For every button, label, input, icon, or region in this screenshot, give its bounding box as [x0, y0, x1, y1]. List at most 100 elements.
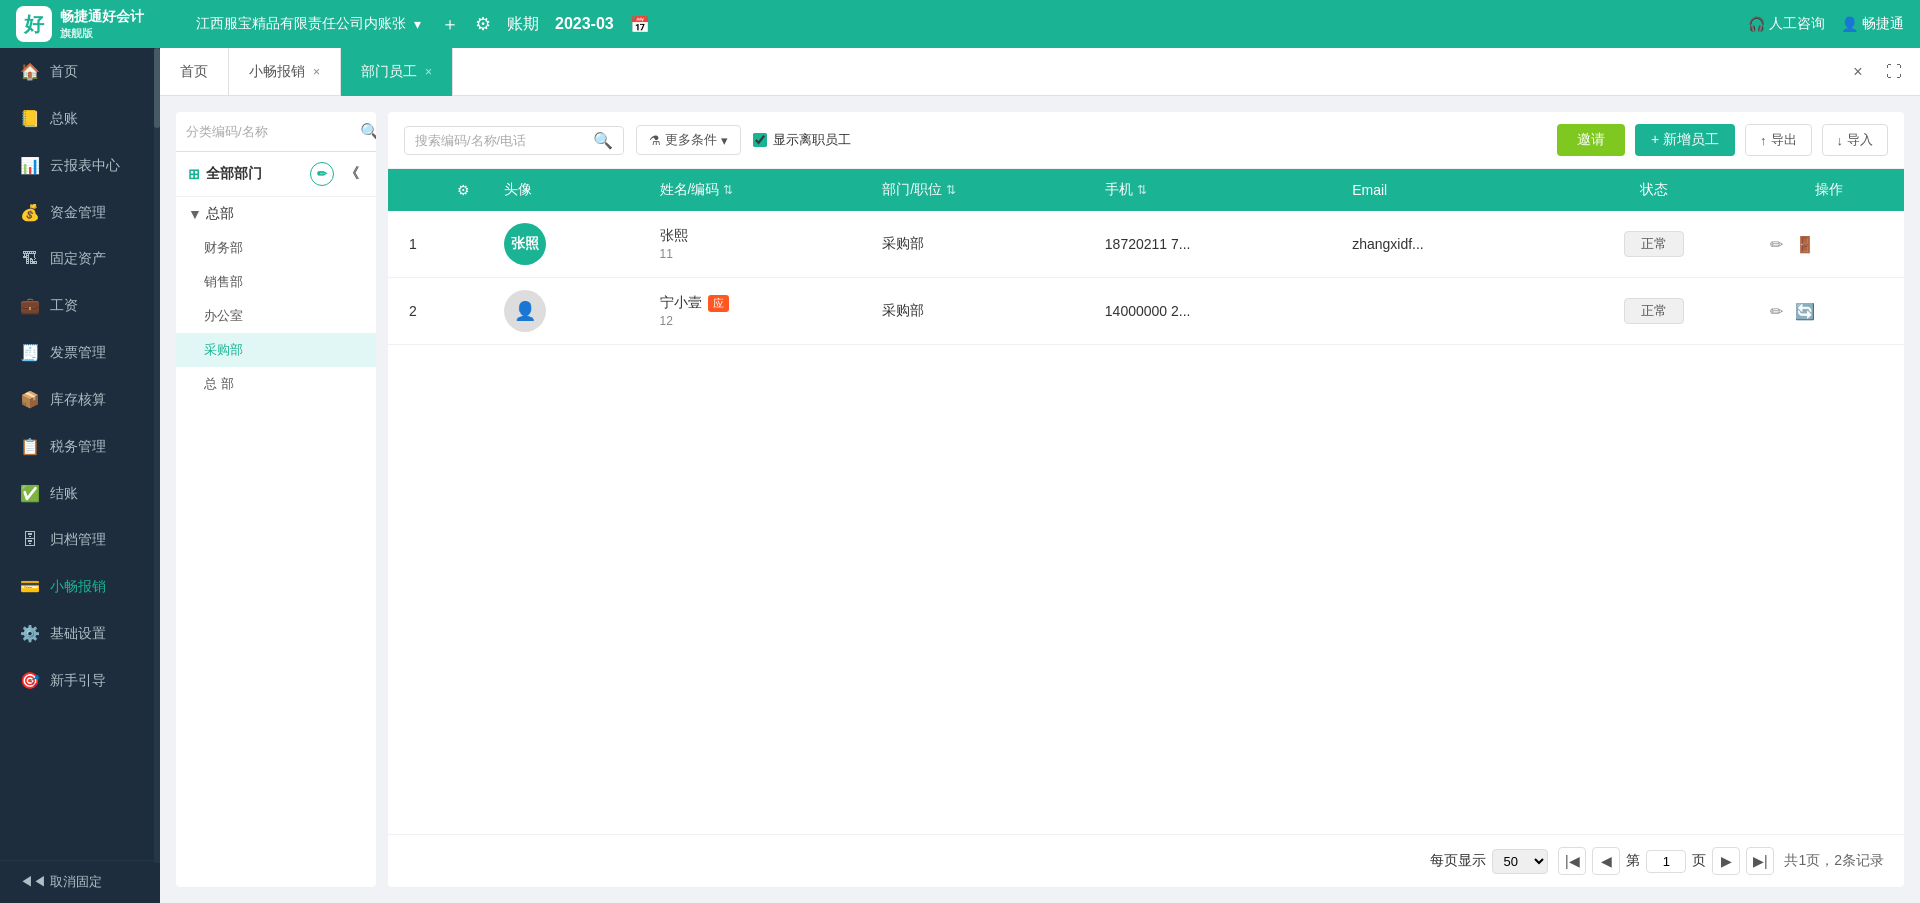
headset-icon: 🎧: [1748, 16, 1765, 32]
tab-dept-employee[interactable]: 部门员工 ×: [341, 48, 453, 96]
sidebar-item-settle[interactable]: ✅ 结账: [0, 470, 160, 517]
th-index: [388, 169, 438, 211]
dept-search-input[interactable]: [186, 124, 354, 139]
support-btn[interactable]: 🎧 人工咨询: [1748, 15, 1825, 33]
tab-close-btn[interactable]: ×: [1844, 58, 1872, 86]
all-dept-label: 全部部门: [206, 165, 262, 183]
invite-btn[interactable]: 邀请: [1557, 124, 1625, 156]
first-page-btn[interactable]: |◀: [1558, 847, 1586, 875]
sidebar-item-reports[interactable]: 📊 云报表中心: [0, 142, 160, 189]
page-word2: 页: [1692, 852, 1706, 870]
th-name[interactable]: 姓名/编码⇅: [644, 169, 867, 211]
add-employee-btn[interactable]: + 新增员工: [1635, 124, 1735, 156]
dept-search-icon[interactable]: 🔍: [360, 122, 376, 141]
row2-status: 正常: [1554, 278, 1754, 345]
employee-search-input[interactable]: [415, 133, 587, 148]
row1-logout-icon[interactable]: 🚪: [1795, 235, 1815, 254]
last-page-btn[interactable]: ▶|: [1746, 847, 1774, 875]
dept-item-sales[interactable]: 销售部: [176, 265, 376, 299]
sidebar-item-tax[interactable]: 📋 税务管理: [0, 423, 160, 470]
dept-item-procurement[interactable]: 采购部: [176, 333, 376, 367]
sidebar-label-expense: 小畅报销: [50, 578, 106, 596]
settings-icon[interactable]: ⚙: [475, 13, 491, 35]
sidebar-label-funds: 资金管理: [50, 204, 106, 222]
more-filter-btn[interactable]: ⚗ 更多条件 ▾: [636, 125, 741, 155]
page-size-select[interactable]: 50 10 20 100: [1492, 849, 1548, 874]
sidebar-item-funds[interactable]: 💰 资金管理: [0, 189, 160, 236]
sidebar-item-payroll[interactable]: 💼 工资: [0, 282, 160, 329]
row1-settings: [438, 211, 488, 278]
row1-edit-icon[interactable]: ✏: [1770, 235, 1783, 254]
sidebar-item-archive[interactable]: 🗄 归档管理: [0, 517, 160, 563]
dept-item-finance[interactable]: 财务部: [176, 231, 376, 265]
sidebar-item-fixed-assets[interactable]: 🏗 固定资产: [0, 236, 160, 282]
tab-expense[interactable]: 小畅报销 ×: [229, 48, 341, 96]
next-page-btn[interactable]: ▶: [1712, 847, 1740, 875]
row2-refresh-icon[interactable]: 🔄: [1795, 302, 1815, 321]
tab-dept-label: 部门员工: [361, 63, 417, 81]
th-dept[interactable]: 部门/职位⇅: [866, 169, 1089, 211]
ledger-icon: 📒: [20, 109, 40, 128]
row2-name: 宁小壹 应 12: [644, 278, 867, 345]
sidebar-label-invoice: 发票管理: [50, 344, 106, 362]
sidebar-item-home[interactable]: 🏠 首页: [0, 48, 160, 95]
edit-dept-btn[interactable]: ✏: [310, 162, 334, 186]
export-icon: ↑: [1760, 133, 1767, 148]
th-settings[interactable]: ⚙: [438, 169, 488, 211]
sidebar-label-reports: 云报表中心: [50, 157, 120, 175]
page-size-label: 每页显示: [1430, 852, 1486, 870]
settings-nav-icon: ⚙️: [20, 624, 40, 643]
sidebar-item-settings[interactable]: ⚙️ 基础设置: [0, 610, 160, 657]
company-name: 江西服宝精品有限责任公司内账张: [196, 15, 406, 33]
user-icon: 👤: [1841, 16, 1858, 32]
tab-maximize-btn[interactable]: ⛶: [1880, 58, 1908, 86]
page-number-input[interactable]: [1646, 850, 1686, 873]
inventory-icon: 📦: [20, 390, 40, 409]
row2-index: 2: [388, 278, 438, 345]
export-btn[interactable]: ↑ 导出: [1745, 124, 1812, 156]
collapse-dept-btn[interactable]: 《: [340, 162, 364, 186]
show-resigned-label[interactable]: 显示离职员工: [753, 131, 851, 149]
toolbar-right-actions: 邀请 + 新增员工 ↑ 导出 ↓ 导入: [1557, 124, 1888, 156]
header-right: 🎧 人工咨询 👤 畅捷通: [1748, 15, 1904, 33]
sidebar-item-general-ledger[interactable]: 📒 总账: [0, 95, 160, 142]
th-phone[interactable]: 手机⇅: [1089, 169, 1336, 211]
cancel-pin-btn[interactable]: ◀◀ 取消固定: [0, 860, 160, 903]
tab-home-label: 首页: [180, 63, 208, 81]
calendar-icon[interactable]: 📅: [630, 15, 650, 34]
row2-tag: 应: [708, 295, 729, 312]
dept-group-headquarters: ▼ 总部 财务部 销售部 办公室 采购部: [176, 197, 376, 401]
company-selector[interactable]: 江西服宝精品有限责任公司内账张 ▾: [196, 15, 421, 33]
sidebar-item-guide[interactable]: 🎯 新手引导: [0, 657, 160, 704]
top-header: 好 畅捷通好会计 旗舰版 江西服宝精品有限责任公司内账张 ▾ ＋ ⚙ 账期 20…: [0, 0, 1920, 48]
sidebar-item-invoice[interactable]: 🧾 发票管理: [0, 329, 160, 376]
sidebar-scrollbar[interactable]: [154, 48, 160, 863]
row2-edit-icon[interactable]: ✏: [1770, 302, 1783, 321]
sidebar-label-settings: 基础设置: [50, 625, 106, 643]
prev-page-btn[interactable]: ◀: [1592, 847, 1620, 875]
dept-item-headquarters[interactable]: 总 部: [176, 367, 376, 401]
sidebar-item-inventory[interactable]: 📦 库存核算: [0, 376, 160, 423]
user-btn[interactable]: 👤 畅捷通: [1841, 15, 1904, 33]
sidebar-label-guide: 新手引导: [50, 672, 106, 690]
grid-icon: ⊞: [188, 166, 200, 182]
home-icon: 🏠: [20, 62, 40, 81]
show-resigned-checkbox[interactable]: [753, 133, 767, 147]
add-icon[interactable]: ＋: [441, 12, 459, 36]
tab-dept-close[interactable]: ×: [425, 65, 432, 79]
filter-icon: ⚗: [649, 133, 661, 148]
import-btn[interactable]: ↓ 导入: [1822, 124, 1889, 156]
filter-arrow-icon: ▾: [721, 133, 728, 148]
all-dept-header: ⊞ 全部部门 ✏ 《: [176, 152, 376, 197]
tab-home[interactable]: 首页: [160, 48, 229, 96]
guide-icon: 🎯: [20, 671, 40, 690]
sidebar-item-expense[interactable]: 💳 小畅报销: [0, 563, 160, 610]
funds-icon: 💰: [20, 203, 40, 222]
th-email: Email: [1336, 169, 1554, 211]
tab-expense-close[interactable]: ×: [313, 65, 320, 79]
dept-group-headquarters-header[interactable]: ▼ 总部: [176, 197, 376, 231]
dept-group-label: 总部: [206, 205, 234, 223]
employee-search-icon[interactable]: 🔍: [593, 131, 613, 150]
dept-item-office[interactable]: 办公室: [176, 299, 376, 333]
archive-icon: 🗄: [20, 531, 40, 549]
